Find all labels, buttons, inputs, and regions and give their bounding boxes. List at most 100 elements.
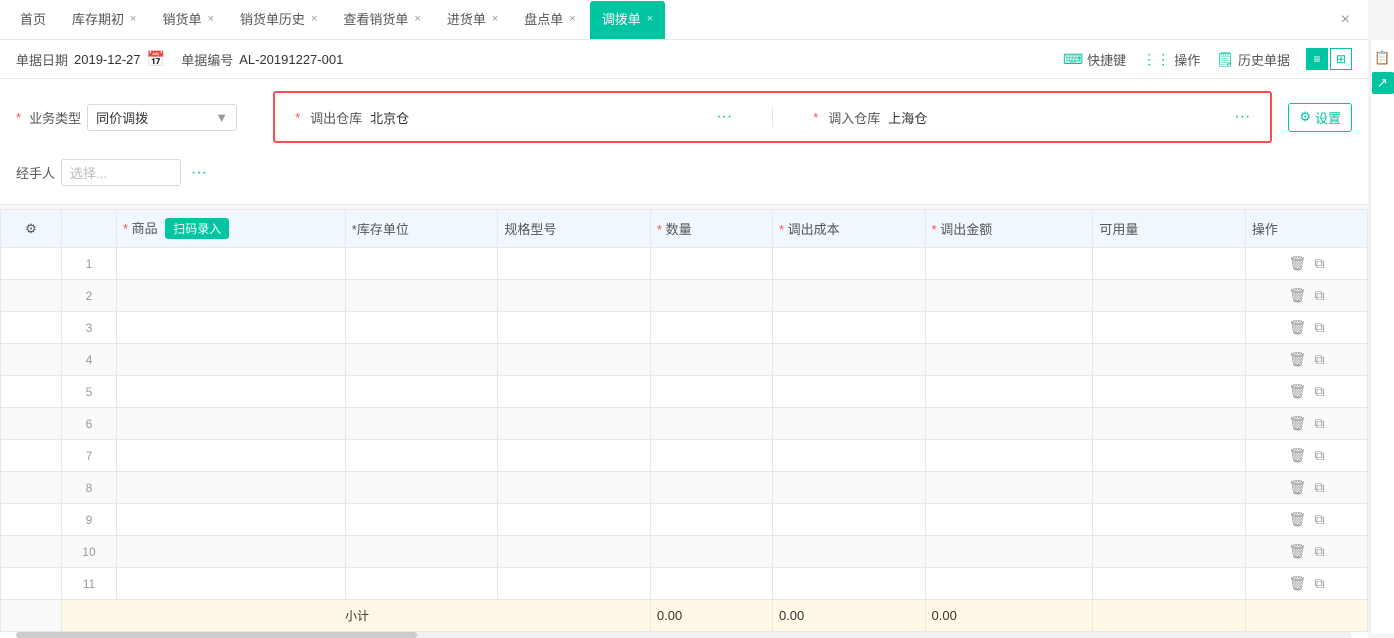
copy-icon[interactable]: ⧉ bbox=[1314, 255, 1324, 272]
tab-view-sales[interactable]: 查看销货单 × bbox=[331, 1, 432, 39]
cell-avail[interactable] bbox=[1093, 408, 1246, 440]
tab-transfer-close[interactable]: × bbox=[647, 13, 653, 25]
tab-inventory-init[interactable]: 库存期初 × bbox=[60, 1, 148, 39]
copy-icon[interactable]: ⧉ bbox=[1314, 447, 1324, 464]
delete-icon[interactable]: 🗑 bbox=[1289, 447, 1307, 464]
shortcuts-btn[interactable]: ⌨ 快捷键 bbox=[1063, 50, 1126, 69]
cell-unit[interactable] bbox=[345, 568, 498, 600]
tab-view-sales-close[interactable]: × bbox=[414, 13, 420, 25]
cell-qty[interactable] bbox=[650, 408, 772, 440]
cell-unit[interactable] bbox=[345, 248, 498, 280]
delete-icon[interactable]: 🗑 bbox=[1289, 255, 1307, 272]
cell-product[interactable] bbox=[116, 248, 345, 280]
cell-product[interactable] bbox=[116, 376, 345, 408]
side-expand-icon[interactable]: ↗ bbox=[1372, 72, 1394, 94]
cell-amount[interactable] bbox=[925, 568, 1093, 600]
delete-icon[interactable]: 🗑 bbox=[1289, 319, 1307, 336]
cell-qty[interactable] bbox=[650, 376, 772, 408]
wh-in-more-icon[interactable]: ··· bbox=[1234, 108, 1250, 126]
layout-grid-icon[interactable]: ⊞ bbox=[1330, 48, 1352, 70]
tab-sales-order[interactable]: 销货单 × bbox=[150, 1, 225, 39]
cell-avail[interactable] bbox=[1093, 248, 1246, 280]
cell-cost[interactable] bbox=[772, 440, 925, 472]
cell-unit[interactable] bbox=[345, 440, 498, 472]
cell-unit[interactable] bbox=[345, 344, 498, 376]
cell-amount[interactable] bbox=[925, 536, 1093, 568]
cell-qty[interactable] bbox=[650, 248, 772, 280]
cell-avail[interactable] bbox=[1093, 440, 1246, 472]
cell-avail[interactable] bbox=[1093, 312, 1246, 344]
cell-avail[interactable] bbox=[1093, 376, 1246, 408]
cell-avail[interactable] bbox=[1093, 344, 1246, 376]
delete-icon[interactable]: 🗑 bbox=[1289, 415, 1307, 432]
window-close-button[interactable]: × bbox=[1331, 11, 1360, 29]
horizontal-scrollbar[interactable] bbox=[16, 632, 1352, 638]
tab-purchase[interactable]: 进货单 × bbox=[435, 1, 510, 39]
tab-transfer[interactable]: 调拨单 × bbox=[590, 1, 665, 39]
cell-spec[interactable] bbox=[498, 312, 651, 344]
history-btn[interactable]: 🗒 历史单据 bbox=[1216, 50, 1290, 69]
cell-amount[interactable] bbox=[925, 504, 1093, 536]
copy-icon[interactable]: ⧉ bbox=[1314, 319, 1324, 336]
cell-amount[interactable] bbox=[925, 440, 1093, 472]
cell-avail[interactable] bbox=[1093, 504, 1246, 536]
cell-cost[interactable] bbox=[772, 536, 925, 568]
cell-amount[interactable] bbox=[925, 280, 1093, 312]
cell-qty[interactable] bbox=[650, 504, 772, 536]
cell-avail[interactable] bbox=[1093, 472, 1246, 504]
cell-qty[interactable] bbox=[650, 280, 772, 312]
cell-spec[interactable] bbox=[498, 280, 651, 312]
cell-unit[interactable] bbox=[345, 376, 498, 408]
tab-stocktake-close[interactable]: × bbox=[569, 13, 575, 25]
tab-home[interactable]: 首页 bbox=[8, 1, 58, 39]
cell-amount[interactable] bbox=[925, 344, 1093, 376]
tab-inventory-init-close[interactable]: × bbox=[130, 13, 136, 25]
delete-icon[interactable]: 🗑 bbox=[1289, 511, 1307, 528]
settings-button[interactable]: ⚙ 设置 bbox=[1288, 103, 1352, 132]
cell-spec[interactable] bbox=[498, 248, 651, 280]
delete-icon[interactable]: 🗑 bbox=[1289, 479, 1307, 496]
cell-product[interactable] bbox=[116, 408, 345, 440]
handler-select[interactable]: 选择... bbox=[61, 159, 181, 186]
cell-cost[interactable] bbox=[772, 376, 925, 408]
cell-unit[interactable] bbox=[345, 536, 498, 568]
cell-spec[interactable] bbox=[498, 408, 651, 440]
layout-list-icon[interactable]: ≡ bbox=[1306, 48, 1328, 70]
delete-icon[interactable]: 🗑 bbox=[1289, 287, 1307, 304]
cell-cost[interactable] bbox=[772, 312, 925, 344]
cell-cost[interactable] bbox=[772, 568, 925, 600]
tab-sales-history[interactable]: 销货单历史 × bbox=[228, 1, 329, 39]
cell-amount[interactable] bbox=[925, 312, 1093, 344]
cell-product[interactable] bbox=[116, 472, 345, 504]
ops-btn[interactable]: ⋮⋮ 操作 bbox=[1142, 50, 1200, 69]
cell-cost[interactable] bbox=[772, 280, 925, 312]
tab-sales-order-close[interactable]: × bbox=[207, 13, 213, 25]
cell-avail[interactable] bbox=[1093, 568, 1246, 600]
cell-qty[interactable] bbox=[650, 344, 772, 376]
cell-unit[interactable] bbox=[345, 472, 498, 504]
cell-spec[interactable] bbox=[498, 472, 651, 504]
copy-icon[interactable]: ⧉ bbox=[1314, 543, 1324, 560]
cell-product[interactable] bbox=[116, 440, 345, 472]
cell-spec[interactable] bbox=[498, 504, 651, 536]
cell-spec[interactable] bbox=[498, 344, 651, 376]
cell-spec[interactable] bbox=[498, 568, 651, 600]
cell-cost[interactable] bbox=[772, 344, 925, 376]
tab-sales-history-close[interactable]: × bbox=[311, 13, 317, 25]
tab-stocktake[interactable]: 盘点单 × bbox=[512, 1, 587, 39]
copy-icon[interactable]: ⧉ bbox=[1314, 287, 1324, 304]
cell-product[interactable] bbox=[116, 568, 345, 600]
cell-qty[interactable] bbox=[650, 536, 772, 568]
wh-out-more-icon[interactable]: ··· bbox=[716, 108, 732, 126]
copy-icon[interactable]: ⧉ bbox=[1314, 511, 1324, 528]
cell-qty[interactable] bbox=[650, 440, 772, 472]
cell-product[interactable] bbox=[116, 280, 345, 312]
cell-product[interactable] bbox=[116, 504, 345, 536]
cell-cost[interactable] bbox=[772, 248, 925, 280]
side-doc-icon[interactable]: 📋 bbox=[1373, 48, 1393, 68]
cell-qty[interactable] bbox=[650, 568, 772, 600]
scan-button[interactable]: 扫码录入 bbox=[165, 218, 229, 239]
cell-unit[interactable] bbox=[345, 280, 498, 312]
cell-product[interactable] bbox=[116, 344, 345, 376]
cell-avail[interactable] bbox=[1093, 280, 1246, 312]
